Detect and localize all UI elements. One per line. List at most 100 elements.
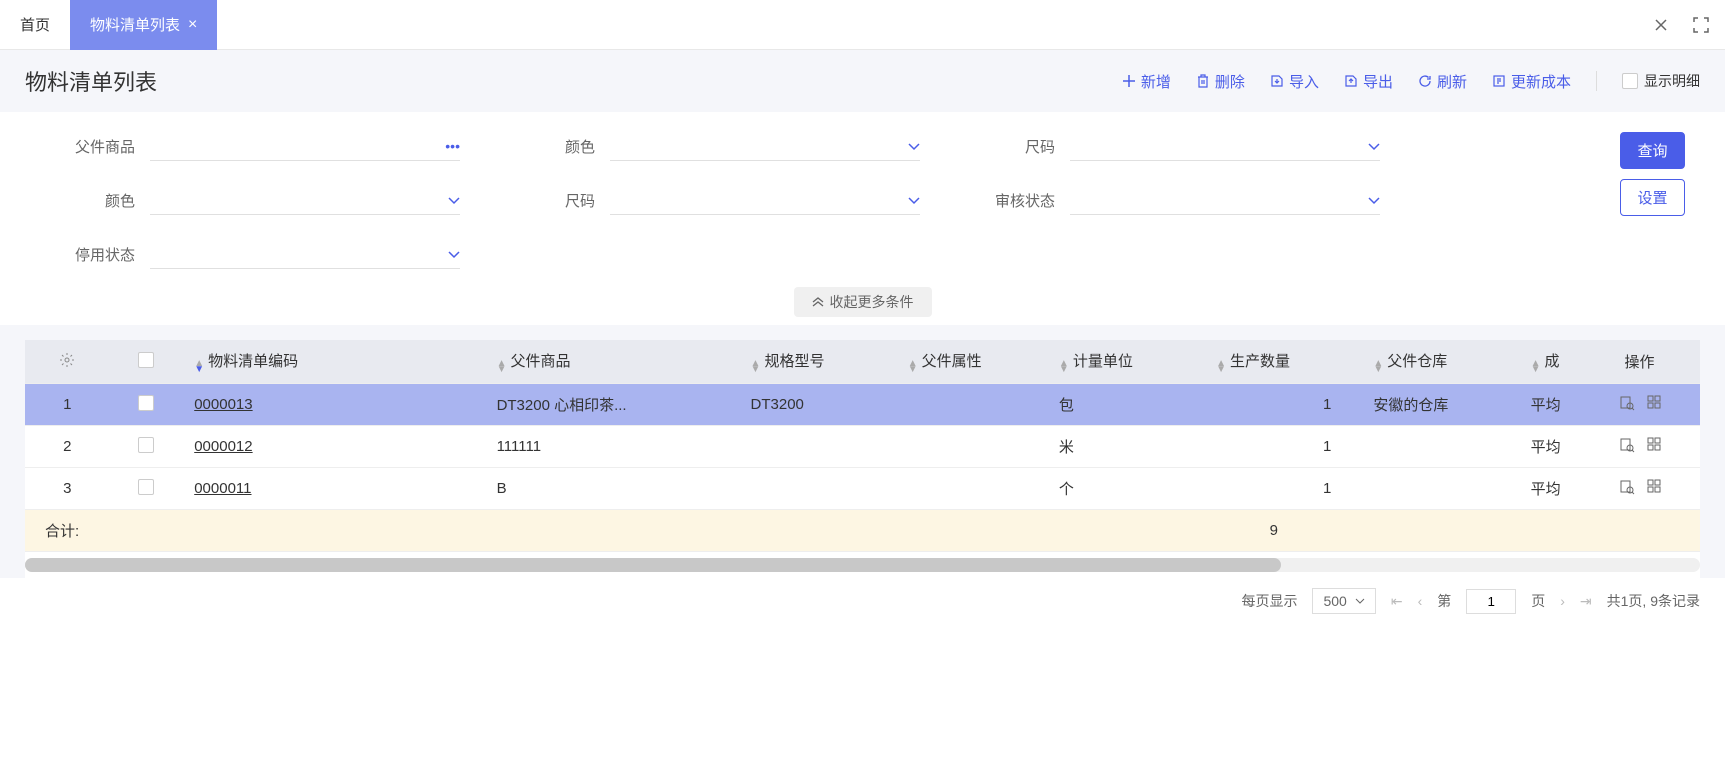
fullscreen-icon[interactable] xyxy=(1687,11,1715,39)
cell-code[interactable]: 0000013 xyxy=(182,384,484,426)
first-page-button[interactable]: ⇤ xyxy=(1391,593,1403,610)
grid-icon[interactable] xyxy=(1647,479,1661,499)
chevron-down-icon[interactable] xyxy=(908,138,920,154)
cell-qty: 1 xyxy=(1204,468,1361,510)
per-page-select[interactable]: 500 xyxy=(1312,588,1375,614)
table-row[interactable]: 1 0000013 DT3200 心相印茶... DT3200 包 1 安徽的仓… xyxy=(25,384,1700,426)
col-qty[interactable]: ▲▼生产数量 xyxy=(1204,340,1361,384)
cell-ops xyxy=(1579,426,1700,468)
size2-select[interactable] xyxy=(610,186,920,215)
cell-ops xyxy=(1579,468,1700,510)
filter-label-audit: 审核状态 xyxy=(960,190,1070,211)
row-checkbox[interactable] xyxy=(110,384,183,426)
cell-warehouse xyxy=(1361,426,1518,468)
chevron-down-icon[interactable] xyxy=(1368,192,1380,208)
cell-attr xyxy=(896,426,1047,468)
cell-spec xyxy=(739,426,896,468)
settings-button[interactable]: 设置 xyxy=(1620,179,1685,216)
cell-attr xyxy=(896,384,1047,426)
cell-trunc: 平均 xyxy=(1519,426,1579,468)
query-button[interactable]: 查询 xyxy=(1620,132,1685,169)
page-summary: 共1页, 9条记录 xyxy=(1607,591,1700,611)
cell-trunc: 平均 xyxy=(1519,468,1579,510)
page-suffix: 页 xyxy=(1531,591,1545,611)
collapse-bar: 收起更多条件 xyxy=(0,279,1725,325)
divider xyxy=(1596,71,1597,91)
filter-area: 父件商品 ••• 颜色 尺码 颜色 尺码 审核状态 xyxy=(0,112,1725,279)
parent-product-input[interactable]: ••• xyxy=(150,132,460,161)
tab-bom-list[interactable]: 物料清单列表 × xyxy=(70,0,217,50)
row-checkbox[interactable] xyxy=(110,426,183,468)
cell-parent: 111111 xyxy=(485,426,739,468)
header-bar: 物料清单列表 新增 删除 导入 导出 刷新 更新成本 显示明细 xyxy=(0,50,1725,112)
col-parent[interactable]: ▲▼父件商品 xyxy=(485,340,739,384)
size-select[interactable] xyxy=(1070,132,1380,161)
table-row[interactable]: 3 0000011 B 个 1 平均 xyxy=(25,468,1700,510)
table-area: ▲▼物料清单编码 ▲▼父件商品 ▲▼规格型号 ▲▼父件属性 ▲▼计量单位 ▲▼生… xyxy=(0,325,1725,578)
next-page-button[interactable]: › xyxy=(1560,593,1565,609)
import-button[interactable]: 导入 xyxy=(1270,71,1319,92)
cell-warehouse xyxy=(1361,468,1518,510)
cell-parent: DT3200 心相印茶... xyxy=(485,384,739,426)
cell-unit: 包 xyxy=(1047,384,1204,426)
horizontal-scrollbar[interactable] xyxy=(25,558,1700,572)
filter-label-size2: 尺码 xyxy=(500,190,610,211)
more-icon[interactable]: ••• xyxy=(445,138,460,154)
add-button[interactable]: 新增 xyxy=(1122,71,1171,92)
show-detail-checkbox[interactable]: 显示明细 xyxy=(1622,71,1700,91)
export-button[interactable]: 导出 xyxy=(1344,71,1393,92)
color-select[interactable] xyxy=(610,132,920,161)
gear-icon[interactable] xyxy=(59,355,75,372)
cell-ops xyxy=(1579,384,1700,426)
grid-icon[interactable] xyxy=(1647,437,1661,457)
last-page-button[interactable]: ⇥ xyxy=(1580,593,1592,610)
cell-attr xyxy=(896,468,1047,510)
view-icon[interactable] xyxy=(1619,479,1635,499)
delete-button[interactable]: 删除 xyxy=(1196,71,1245,92)
tab-home[interactable]: 首页 xyxy=(0,0,70,50)
refresh-button[interactable]: 刷新 xyxy=(1418,71,1467,92)
col-warehouse[interactable]: ▲▼父件仓库 xyxy=(1361,340,1518,384)
table-row[interactable]: 2 0000012 111111 米 1 平均 xyxy=(25,426,1700,468)
chevron-down-icon[interactable] xyxy=(448,246,460,262)
select-all-checkbox[interactable] xyxy=(110,340,183,384)
cell-code[interactable]: 0000012 xyxy=(182,426,484,468)
col-spec[interactable]: ▲▼规格型号 xyxy=(739,340,896,384)
filter-label-size: 尺码 xyxy=(960,136,1070,157)
view-icon[interactable] xyxy=(1619,437,1635,457)
collapse-filters-button[interactable]: 收起更多条件 xyxy=(794,287,932,317)
col-ops: 操作 xyxy=(1579,340,1700,384)
cell-spec: DT3200 xyxy=(739,384,896,426)
per-page-label: 每页显示 xyxy=(1241,591,1297,611)
tabs-bar: 首页 物料清单列表 × xyxy=(0,0,1725,50)
cell-code[interactable]: 0000011 xyxy=(182,468,484,510)
chevron-down-icon xyxy=(1355,598,1365,604)
filter-label-color: 颜色 xyxy=(500,136,610,157)
audit-status-select[interactable] xyxy=(1070,186,1380,215)
view-icon[interactable] xyxy=(1619,395,1635,415)
prev-page-button[interactable]: ‹ xyxy=(1418,593,1423,609)
filter-label-disable: 停用状态 xyxy=(40,244,150,265)
update-cost-button[interactable]: 更新成本 xyxy=(1492,71,1571,92)
settings-column[interactable] xyxy=(25,340,110,384)
disable-status-select[interactable] xyxy=(150,240,460,269)
chevron-double-up-icon xyxy=(812,297,824,307)
bom-table: ▲▼物料清单编码 ▲▼父件商品 ▲▼规格型号 ▲▼父件属性 ▲▼计量单位 ▲▼生… xyxy=(25,340,1700,552)
chevron-down-icon[interactable] xyxy=(1368,138,1380,154)
grid-icon[interactable] xyxy=(1647,395,1661,415)
col-attr[interactable]: ▲▼父件属性 xyxy=(896,340,1047,384)
col-unit[interactable]: ▲▼计量单位 xyxy=(1047,340,1204,384)
page-input[interactable] xyxy=(1466,589,1516,614)
cell-spec xyxy=(739,468,896,510)
color2-select[interactable] xyxy=(150,186,460,215)
col-code[interactable]: ▲▼物料清单编码 xyxy=(182,340,484,384)
row-checkbox[interactable] xyxy=(110,468,183,510)
col-trunc[interactable]: ▲▼成 xyxy=(1519,340,1579,384)
chevron-down-icon[interactable] xyxy=(448,192,460,208)
cell-warehouse: 安徽的仓库 xyxy=(1361,384,1518,426)
close-icon[interactable]: × xyxy=(188,16,197,34)
close-all-icon[interactable] xyxy=(1647,11,1675,39)
actions: 新增 删除 导入 导出 刷新 更新成本 显示明细 xyxy=(1122,71,1700,92)
cell-parent: B xyxy=(485,468,739,510)
chevron-down-icon[interactable] xyxy=(908,192,920,208)
